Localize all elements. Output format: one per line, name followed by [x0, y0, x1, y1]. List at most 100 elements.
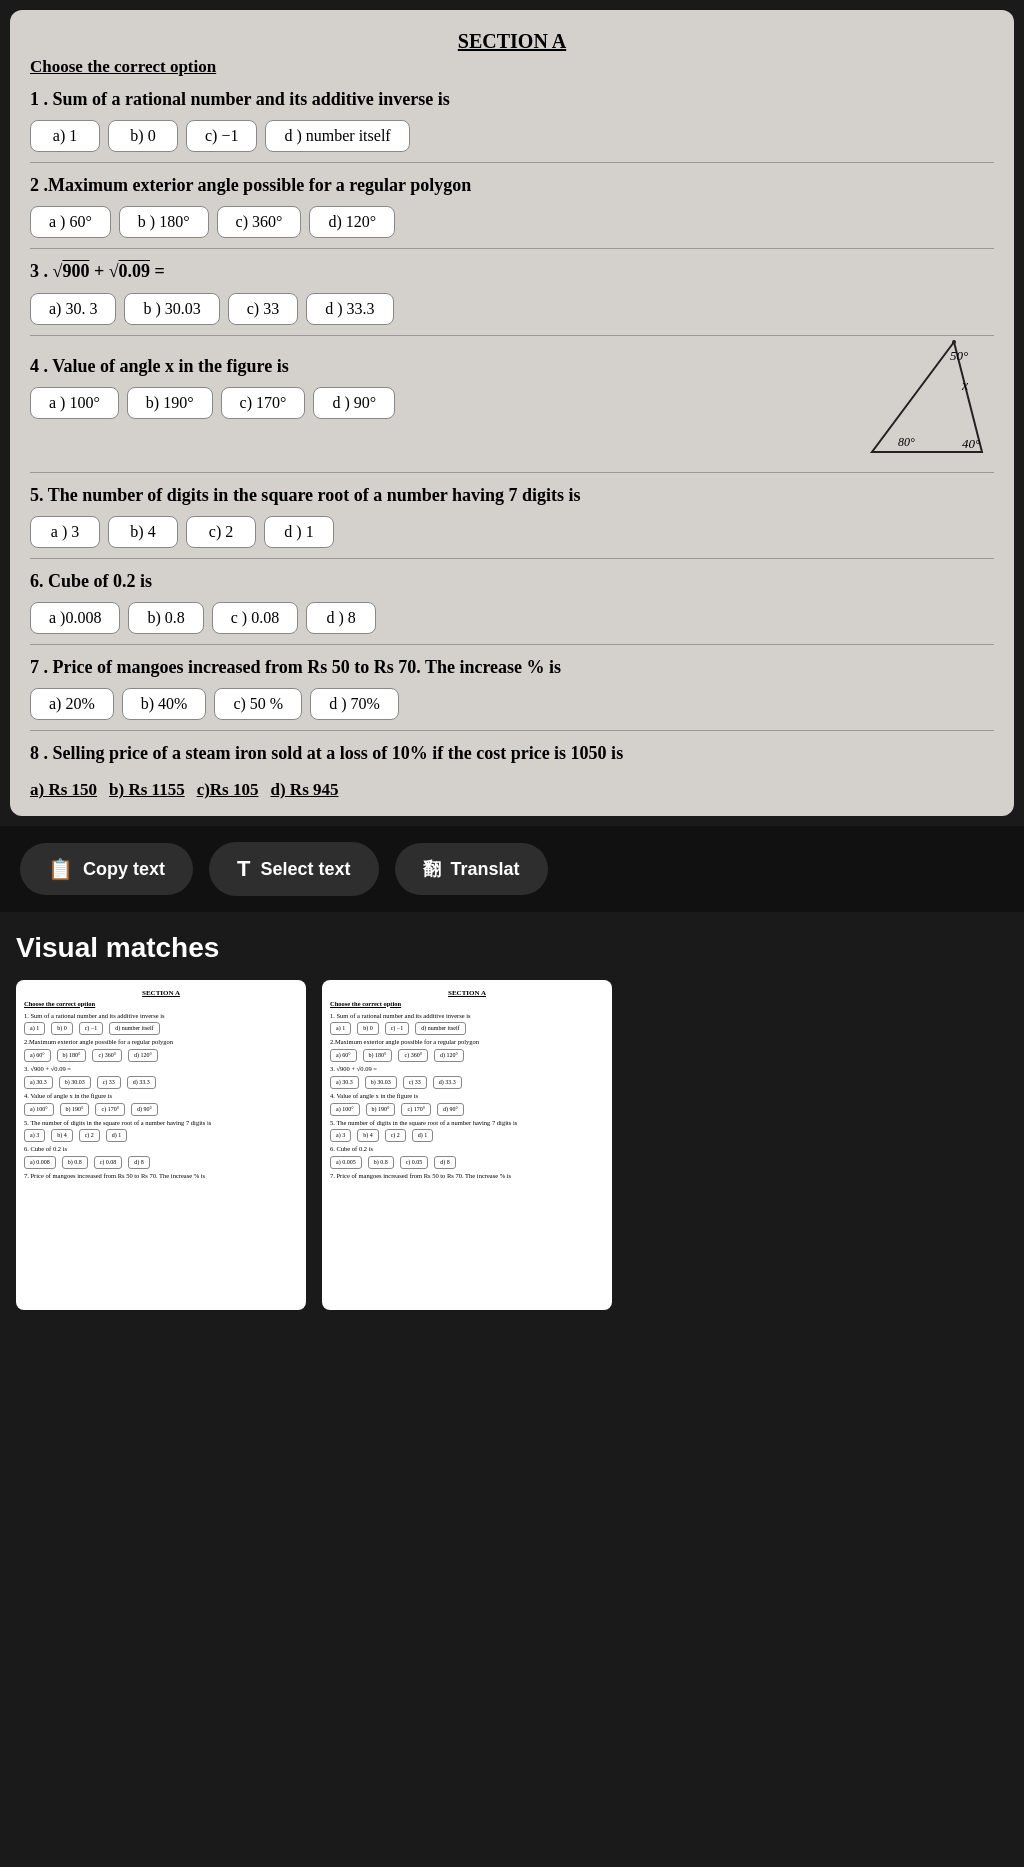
- q8-option-b[interactable]: b) Rs 1155: [109, 780, 185, 800]
- mc1-q3-c: c) 33: [97, 1076, 121, 1089]
- mc2-q6-opts: a) 0.005 b) 0.8 c) 0.05 d) 8: [330, 1156, 604, 1169]
- mc1-q2-a: a) 60°: [24, 1049, 51, 1062]
- q7-option-d[interactable]: d ) 70%: [310, 688, 399, 720]
- translate-label: Translat: [451, 859, 520, 880]
- mc2-q2-opts: a) 60° b) 180° c) 360° d) 120°: [330, 1049, 604, 1062]
- mc2-q5-d: d) 1: [412, 1129, 434, 1142]
- mc1-choose: Choose the correct option: [24, 999, 298, 1009]
- mc1-q4-d: d) 90°: [131, 1103, 158, 1116]
- mc1-q3-a: a) 30.3: [24, 1076, 53, 1089]
- q6-option-a[interactable]: a )0.008: [30, 602, 120, 634]
- mc2-q2-c: c) 360°: [398, 1049, 428, 1062]
- mc2-q2: 2.Maximum exterior angle possible for a …: [330, 1037, 604, 1047]
- visual-matches-section: Visual matches SECTION A Choose the corr…: [0, 912, 1024, 1330]
- q8-text: 8 . Selling price of a steam iron sold a…: [30, 743, 623, 763]
- mc2-q2-d: d) 120°: [434, 1049, 464, 1062]
- translate-icon: 翻: [423, 857, 441, 881]
- question-1: 1 . Sum of a rational number and its add…: [30, 87, 994, 112]
- mc1-q5-opts: a) 3 b) 4 c) 2 d) 1: [24, 1129, 298, 1142]
- mc1-q1-c: c) −1: [79, 1022, 104, 1035]
- q8-option-a[interactable]: a) Rs 150: [30, 780, 97, 800]
- q4-option-c[interactable]: c) 170°: [221, 387, 306, 419]
- mc1-q1-d: d) number itself: [109, 1022, 159, 1035]
- q3-option-c[interactable]: c) 33: [228, 293, 298, 325]
- mc2-q4-opts: a) 100° b) 190° c) 170° d) 90°: [330, 1103, 604, 1116]
- q3-option-d[interactable]: d ) 33.3: [306, 293, 393, 325]
- mc2-q1-d: d) number itself: [415, 1022, 465, 1035]
- q4-option-d[interactable]: d ) 90°: [313, 387, 395, 419]
- mc1-q1-b: b) 0: [51, 1022, 73, 1035]
- divider-4: [30, 472, 994, 473]
- divider-5: [30, 558, 994, 559]
- mc1-q5-d: d) 1: [106, 1129, 128, 1142]
- q1-text: 1 . Sum of a rational number and its add…: [30, 89, 450, 109]
- mc2-q3-opts: a) 30.3 b) 30.03 c) 33 d) 33.3: [330, 1076, 604, 1089]
- select-text-button[interactable]: T Select text: [209, 842, 379, 896]
- q7-option-b[interactable]: b) 40%: [122, 688, 207, 720]
- mc1-q2-opts: a) 60° b) 180° c) 360° d) 120°: [24, 1049, 298, 1062]
- mc1-q2: 2.Maximum exterior angle possible for a …: [24, 1037, 298, 1047]
- match-card-2[interactable]: SECTION A Choose the correct option 1. S…: [322, 980, 612, 1310]
- q3-options: a) 30. 3 b ) 30.03 c) 33 d ) 33.3: [30, 293, 994, 325]
- mc2-q3-d: d) 33.3: [433, 1076, 462, 1089]
- mc2-q4-d: d) 90°: [437, 1103, 464, 1116]
- q6-option-b[interactable]: b) 0.8: [128, 602, 203, 634]
- q7-text: 7 . Price of mangoes increased from Rs 5…: [30, 657, 561, 677]
- divider-7: [30, 730, 994, 731]
- q1-option-a[interactable]: a) 1: [30, 120, 100, 152]
- q2-option-d[interactable]: d) 120°: [309, 206, 395, 238]
- svg-text:50°: 50°: [950, 348, 968, 363]
- question-4-wrapper: 4 . Value of angle x in the figure is a …: [30, 344, 994, 464]
- mc2-q5: 5. The number of digits in the square ro…: [330, 1118, 604, 1128]
- mc1-q5-b: b) 4: [51, 1129, 73, 1142]
- mc2-q3-a: a) 30.3: [330, 1076, 359, 1089]
- divider-1: [30, 162, 994, 163]
- q6-option-c[interactable]: c ) 0.08: [212, 602, 298, 634]
- q2-text: 2 .Maximum exterior angle possible for a…: [30, 175, 471, 195]
- q3-option-b[interactable]: b ) 30.03: [124, 293, 219, 325]
- q8-option-d[interactable]: d) Rs 945: [271, 780, 339, 800]
- mc2-choose: Choose the correct option: [330, 999, 604, 1009]
- q4-option-a[interactable]: a ) 100°: [30, 387, 119, 419]
- mc1-q4: 4. Value of angle x in the figure is: [24, 1091, 298, 1101]
- mc2-q2-b: b) 180°: [363, 1049, 393, 1062]
- q7-option-a[interactable]: a) 20%: [30, 688, 114, 720]
- mc1-q3-b: b) 30.03: [59, 1076, 91, 1089]
- divider-2: [30, 248, 994, 249]
- q5-option-d[interactable]: d ) 1: [264, 516, 334, 548]
- match-card-1[interactable]: SECTION A Choose the correct option 1. S…: [16, 980, 306, 1310]
- mc2-q1-c: c) −1: [385, 1022, 410, 1035]
- q1-option-d[interactable]: d ) number itself: [265, 120, 409, 152]
- q1-option-b[interactable]: b) 0: [108, 120, 178, 152]
- q7-option-c[interactable]: c) 50 %: [214, 688, 302, 720]
- q5-option-a[interactable]: a ) 3: [30, 516, 100, 548]
- q1-option-c[interactable]: c) −1: [186, 120, 257, 152]
- mc2-q1-a: a) 1: [330, 1022, 351, 1035]
- copy-text-button[interactable]: 📋 Copy text: [20, 843, 193, 895]
- mc1-q3-d: d) 33.3: [127, 1076, 156, 1089]
- q6-option-d[interactable]: d ) 8: [306, 602, 376, 634]
- mc1-q2-c: c) 360°: [92, 1049, 122, 1062]
- q8-option-c[interactable]: c)Rs 105: [197, 780, 259, 800]
- q5-text: 5. The number of digits in the square ro…: [30, 485, 580, 505]
- svg-text:40°: 40°: [962, 436, 980, 451]
- mc2-q6-c: c) 0.05: [400, 1156, 429, 1169]
- mc1-q6-d: d) 8: [128, 1156, 150, 1169]
- mc2-q4-b: b) 190°: [366, 1103, 396, 1116]
- question-7: 7 . Price of mangoes increased from Rs 5…: [30, 655, 994, 680]
- q2-option-c[interactable]: c) 360°: [217, 206, 302, 238]
- q5-option-c[interactable]: c) 2: [186, 516, 256, 548]
- mc2-q4-a: a) 100°: [330, 1103, 360, 1116]
- mc1-section-title: SECTION A: [24, 988, 298, 999]
- matches-grid: SECTION A Choose the correct option 1. S…: [16, 980, 1008, 1310]
- svg-text:80°: 80°: [898, 435, 915, 449]
- q2-option-a[interactable]: a ) 60°: [30, 206, 111, 238]
- q2-option-b[interactable]: b ) 180°: [119, 206, 209, 238]
- mc1-q4-a: a) 100°: [24, 1103, 54, 1116]
- translate-button[interactable]: 翻 Translat: [395, 843, 548, 895]
- q4-option-b[interactable]: b) 190°: [127, 387, 213, 419]
- mc1-q6: 6. Cube of 0.2 is: [24, 1144, 298, 1154]
- q5-option-b[interactable]: b) 4: [108, 516, 178, 548]
- mc2-q5-a: a) 3: [330, 1129, 351, 1142]
- q3-option-a[interactable]: a) 30. 3: [30, 293, 116, 325]
